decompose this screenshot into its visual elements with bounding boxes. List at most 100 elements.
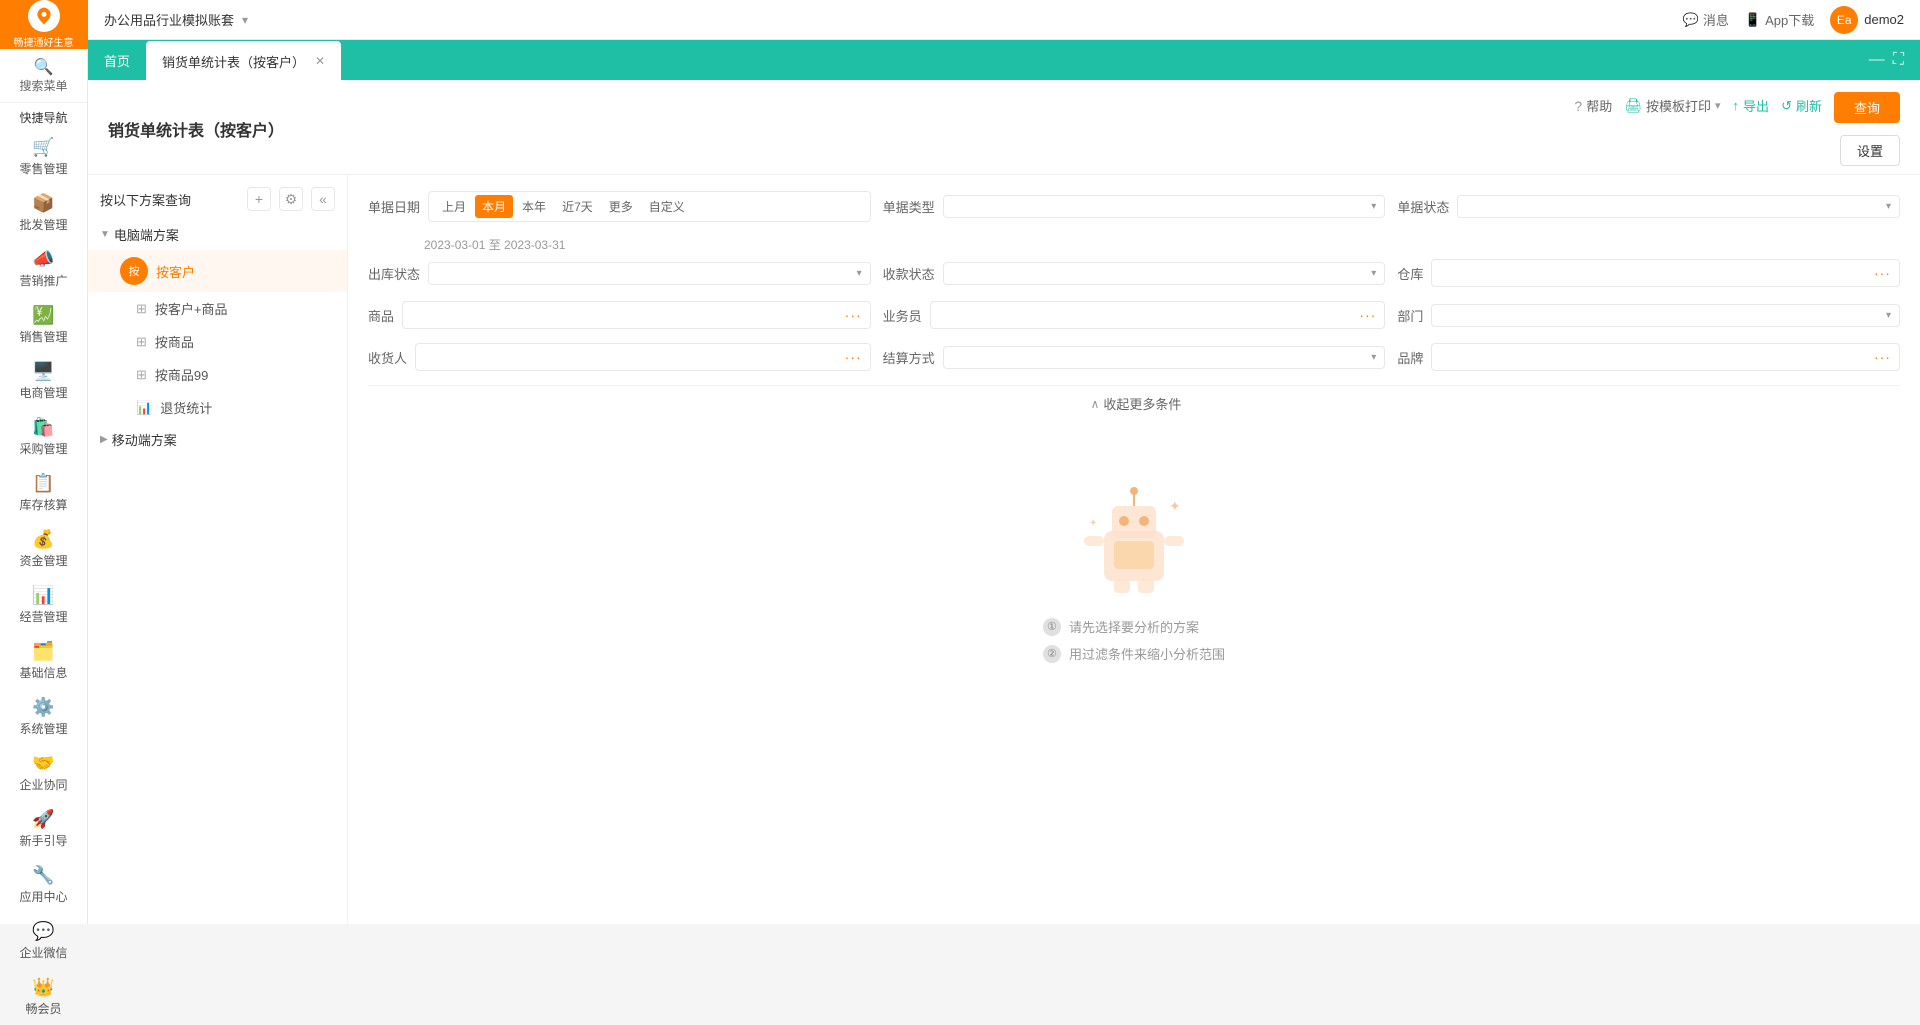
app-download-icon: 📱 — [1745, 12, 1761, 28]
sidebar-item-ecommerce[interactable]: 🖥️ 电商管理 — [0, 353, 87, 409]
date-range-display: 2023-03-01 至 2023-03-31 — [424, 238, 565, 252]
left-panel: 按以下方案查询 + ⚙ « ▼ 电脑端方案 — [88, 175, 348, 924]
sidebar-item-system[interactable]: ⚙️ 系统管理 — [0, 689, 87, 745]
empty-tip-2: ② 用过滤条件来缩小分析范围 — [1043, 644, 1225, 663]
date-selector[interactable]: 上月 本月 本年 近7天 更多 自定义 — [428, 191, 871, 222]
brand-filter: 品牌 ··· — [1397, 343, 1900, 371]
sidebar-item-wholesale[interactable]: 📦 批发管理 — [0, 185, 87, 241]
topbar-message[interactable]: 💬 消息 — [1683, 10, 1729, 29]
desktop-group-arrow-icon: ▼ — [100, 229, 110, 240]
sidebar-item-inventory[interactable]: 📋 库存核算 — [0, 465, 87, 521]
sidebar-item-finance[interactable]: 💰 资金管理 — [0, 521, 87, 577]
empty-state: ✦ ✦ ① 请先选择要分析的方案 ② 用过滤条件来缩小分析范围 — [368, 421, 1900, 731]
left-panel-header: 按以下方案查询 + ⚙ « — [88, 187, 347, 219]
sidebar-item-marketing[interactable]: 📣 营销推广 — [0, 241, 87, 297]
tab-maximize-btn[interactable]: ⛶ — [1893, 51, 1904, 69]
sidebar-logo[interactable]: 畅捷通好生意 — [0, 0, 88, 49]
sidebar-item-retail[interactable]: 🛒 零售管理 — [0, 129, 87, 185]
sidebar-item-enterprise[interactable]: 🤝 企业协同 — [0, 745, 87, 801]
date-7days-btn[interactable]: 近7天 — [555, 195, 600, 218]
add-scheme-btn[interactable]: + — [247, 187, 271, 211]
outbound-select[interactable]: ▾ — [428, 262, 871, 285]
goods99-icon: ⊞ — [136, 367, 147, 383]
salesperson-select[interactable]: ··· — [930, 301, 1386, 329]
date-last-month-btn[interactable]: 上月 — [435, 195, 473, 218]
scheme-group-desktop-header[interactable]: ▼ 电脑端方案 — [88, 219, 347, 250]
goods-dots-icon: ··· — [845, 307, 862, 323]
apps-icon: 🔧 — [32, 865, 54, 886]
topbar-app-download[interactable]: 📱 App下载 — [1745, 10, 1814, 29]
sidebar-item-apps[interactable]: 🔧 应用中心 — [0, 857, 87, 913]
help-label: 帮助 — [1586, 96, 1612, 115]
brand-select[interactable]: ··· — [1431, 343, 1900, 371]
sales-icon: 💹 — [32, 305, 54, 326]
sidebar-item-operations[interactable]: 📊 经营管理 — [0, 577, 87, 633]
collapse-panel-btn[interactable]: « — [311, 187, 335, 211]
receiver-select[interactable]: ··· — [415, 343, 871, 371]
wechat-icon: 💬 — [32, 921, 54, 942]
scheme-group-mobile-header[interactable]: ▶ 移动端方案 — [88, 424, 347, 455]
refresh-action[interactable]: ↺ 刷新 — [1781, 96, 1822, 115]
topbar-title: 办公用品行业模拟账套 — [104, 10, 234, 29]
content-split: 按以下方案查询 + ⚙ « ▼ 电脑端方案 — [88, 175, 1920, 924]
query-button[interactable]: 查询 — [1834, 92, 1900, 123]
warehouse-filter: 仓库 ··· — [1397, 259, 1900, 287]
date-this-month-btn[interactable]: 本月 — [475, 195, 513, 218]
setting-button[interactable]: 设置 — [1840, 135, 1900, 166]
search-menu-item[interactable]: 🔍 搜索菜单 — [0, 49, 87, 103]
date-this-year-btn[interactable]: 本年 — [515, 195, 553, 218]
print-icon: 🖨 — [1624, 97, 1642, 114]
quick-nav-item[interactable]: 快捷导航 — [0, 103, 87, 129]
tab-sales-stat[interactable]: 销货单统计表（按客户） ✕ — [146, 41, 341, 81]
topbar-dropdown-icon[interactable]: ▾ — [242, 13, 248, 27]
payment-select[interactable]: ▾ — [943, 262, 1386, 285]
goods-select[interactable]: ··· — [402, 301, 871, 329]
scheme-item-customer-goods[interactable]: ⊞ 按客户+商品 — [88, 292, 347, 325]
sidebar-item-basics[interactable]: 🗂️ 基础信息 — [0, 633, 87, 689]
return-stat-label: 退货统计 — [160, 398, 212, 417]
collapse-bar[interactable]: ∧ 收起更多条件 — [368, 385, 1900, 421]
export-action[interactable]: ↑ 导出 — [1733, 96, 1770, 115]
finance-icon: 💰 — [32, 529, 54, 550]
empty-tip-1: ① 请先选择要分析的方案 — [1043, 617, 1225, 636]
by-customer-icon: 按 — [120, 257, 148, 285]
print-dropdown-icon: ▾ — [1715, 99, 1721, 112]
page-title: 销货单统计表（按客户） — [108, 117, 284, 141]
username-label: demo2 — [1864, 12, 1904, 27]
tab-sales-stat-label: 销货单统计表（按客户） — [162, 52, 305, 71]
wholesale-icon: 📦 — [32, 193, 54, 214]
print-action[interactable]: 🖨 按模板打印 ▾ — [1624, 96, 1720, 115]
topbar-user[interactable]: Ea demo2 — [1830, 6, 1904, 34]
sidebar-item-member[interactable]: 👑 畅会员 — [0, 969, 87, 1025]
type-select[interactable]: ▾ — [943, 195, 1386, 218]
salesperson-dots-icon: ··· — [1359, 307, 1376, 323]
operations-icon: 📊 — [32, 585, 54, 606]
settings-scheme-btn[interactable]: ⚙ — [279, 187, 303, 211]
settlement-label: 结算方式 — [883, 348, 935, 367]
scheme-item-by-goods[interactable]: ⊞ 按商品 — [88, 325, 347, 358]
brand-dots-icon: ··· — [1874, 349, 1891, 365]
sidebar-item-purchase[interactable]: 🛍️ 采购管理 — [0, 409, 87, 465]
inventory-icon: 📋 — [32, 473, 54, 494]
sidebar-item-sales[interactable]: 💹 销售管理 — [0, 297, 87, 353]
refresh-icon: ↺ — [1781, 98, 1792, 114]
scheme-item-by-customer[interactable]: 按 按客户 — [88, 250, 347, 292]
scheme-item-return-stat[interactable]: 📊 退货统计 — [88, 391, 347, 424]
status-select[interactable]: ▾ — [1457, 195, 1900, 218]
tip-text-1: 请先选择要分析的方案 — [1069, 617, 1199, 636]
tab-close-icon[interactable]: ✕ — [315, 54, 325, 68]
help-action[interactable]: ? 帮助 — [1574, 96, 1612, 115]
date-custom-btn[interactable]: 自定义 — [642, 195, 692, 218]
settlement-select[interactable]: ▾ — [943, 346, 1386, 369]
tab-minimize-btn[interactable]: — — [1869, 51, 1885, 69]
sidebar-item-wechat[interactable]: 💬 企业微信 — [0, 913, 87, 969]
salesperson-label: 业务员 — [883, 306, 922, 325]
goods-filter: 商品 ··· — [368, 301, 871, 329]
scheme-item-goods99[interactable]: ⊞ 按商品99 — [88, 358, 347, 391]
sidebar-item-newbie[interactable]: 🚀 新手引导 — [0, 801, 87, 857]
department-select[interactable]: ▾ — [1431, 304, 1900, 327]
customer-goods-icon: ⊞ — [136, 301, 147, 317]
tab-home[interactable]: 首页 — [88, 40, 146, 80]
warehouse-dots[interactable]: ··· — [1431, 259, 1900, 287]
date-more-btn[interactable]: 更多 — [602, 195, 640, 218]
